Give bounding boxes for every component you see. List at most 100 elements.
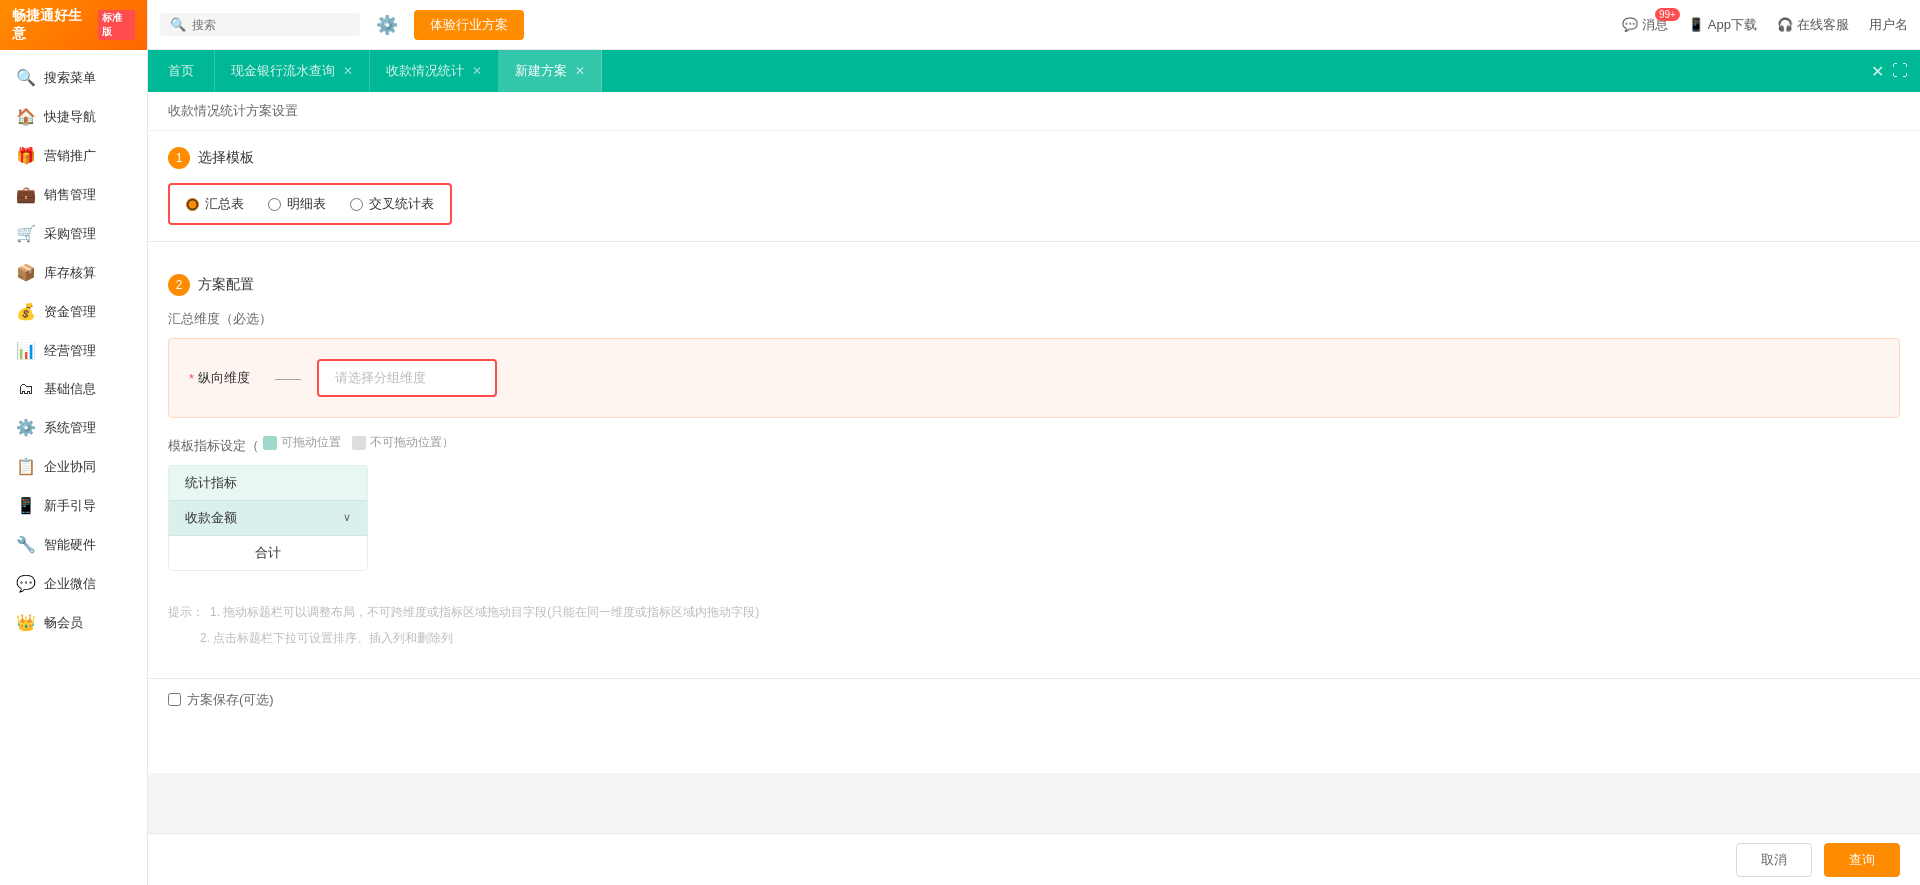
close-window-icon[interactable]: ✕ [1871, 62, 1884, 81]
radio-detail[interactable]: 明细表 [268, 195, 326, 213]
section-divider1 [148, 241, 1920, 242]
tab-bar-right: ✕ ⛶ [1859, 50, 1920, 92]
tip-line2: 2. 点击标题栏下拉可设置排序、插入列和删除列 [200, 626, 1900, 650]
nav-label-enterprise: 企业协同 [44, 458, 96, 476]
nav-label-search-menu: 搜索菜单 [44, 69, 96, 87]
nav-icon-marketing: 🎁 [16, 146, 36, 165]
tab-receipt-stat[interactable]: 收款情况统计✕ [370, 50, 499, 92]
nav-label-marketing: 营销推广 [44, 147, 96, 165]
sidebar-item-purchase[interactable]: 🛒采购管理 [0, 214, 147, 253]
metrics-section: 模板指标设定（ 可拖动位置 不可拖动位置） 统 [168, 434, 1900, 574]
sidebar-item-smart-hw[interactable]: 🔧智能硬件 [0, 525, 147, 564]
dimension-label-text: 汇总维度（必选） [168, 311, 272, 326]
tip1-text: 1. 拖动标题栏可以调整布局，不可跨维度或指标区域拖动目字段(只能在同一维度或指… [210, 600, 759, 624]
nav-icon-newbie: 📱 [16, 496, 36, 515]
tab-close-cashflow[interactable]: ✕ [343, 64, 353, 78]
tab-cashflow[interactable]: 现金银行流水查询 ✕ [215, 50, 370, 92]
nav-label-sales: 销售管理 [44, 186, 96, 204]
content-area: 收款情况统计方案设置 1 选择模板 汇总表 明细表 [148, 92, 1920, 833]
draggable-legend: 可拖动位置 不可拖动位置） [263, 434, 454, 451]
save-plan-checkbox[interactable] [168, 693, 181, 706]
gear-icon[interactable]: ⚙️ [376, 14, 398, 36]
tip2-text: 2. 点击标题栏下拉可设置排序、插入列和删除列 [200, 626, 453, 650]
sidebar-nav: 🔍 搜索菜单 🏠快捷导航 🎁 营销推广 💼销售管理🛒采购管理📦库存核算💰资金管理 📊 经营管理… [0, 50, 147, 885]
save-checkbox-area[interactable]: 方案保存(可选) [168, 691, 274, 709]
nav-label-quick-nav: 快捷导航 [44, 108, 96, 126]
chevron-icon[interactable]: ∨ [343, 511, 351, 524]
message-button[interactable]: 💬 消息 99+ [1622, 16, 1668, 34]
step2-title: 方案配置 [198, 276, 254, 294]
app-download-button[interactable]: 📱 App下载 [1688, 16, 1757, 34]
query-button[interactable]: 查询 [1824, 843, 1900, 877]
search-input[interactable] [192, 18, 332, 32]
radio-cross-label: 交叉统计表 [369, 195, 434, 213]
maximize-icon[interactable]: ⛶ [1892, 62, 1908, 80]
sidebar-item-system[interactable]: ⚙️系统管理 [0, 408, 147, 447]
sidebar-item-quick-nav[interactable]: 🏠快捷导航 [0, 97, 147, 136]
metrics-grid-header: 统计指标 [169, 466, 367, 501]
trial-industry-button[interactable]: 体验行业方案 [414, 10, 524, 40]
download-icon: 📱 [1688, 17, 1704, 32]
online-service-button[interactable]: 🎧 在线客服 [1777, 16, 1849, 34]
cancel-button[interactable]: 取消 [1736, 843, 1812, 877]
drag-indicator [263, 436, 277, 450]
sidebar-item-sales[interactable]: 💼销售管理 [0, 175, 147, 214]
dimension-select-box[interactable]: 请选择分组维度 [317, 359, 497, 397]
dimension-row: * 纵向维度 —— 请选择分组维度 [189, 359, 1879, 397]
step1-title: 选择模板 [198, 149, 254, 167]
tab-label-home: 首页 [168, 62, 194, 80]
sidebar-item-member[interactable]: 👑畅会员 [0, 603, 147, 642]
sidebar-item-wechat[interactable]: 💬企业微信 [0, 564, 147, 603]
radio-detail-input[interactable] [268, 198, 281, 211]
radio-cross-input[interactable] [350, 198, 363, 211]
top-header: 🔍 ⚙️ 体验行业方案 💬 消息 99+ 📱 App下载 🎧 在线客服 用户名 [148, 0, 1920, 50]
metrics-label: 模板指标设定（ 可拖动位置 不可拖动位置） [168, 434, 454, 455]
dimension-field-group: 汇总维度（必选） * 纵向维度 —— 请选择分组维度 [168, 310, 1900, 418]
sidebar-item-newbie[interactable]: 📱新手引导 [0, 486, 147, 525]
nav-icon-search-menu: 🔍 [16, 68, 36, 87]
sidebar-item-operation[interactable]: 📊 经营管理 [0, 331, 147, 370]
logo-badge: 标准版 [98, 10, 135, 40]
save-checkbox-label: 方案保存(可选) [187, 691, 274, 709]
tab-new-plan[interactable]: 新建方案 ✕ [499, 50, 602, 92]
radio-cross[interactable]: 交叉统计表 [350, 195, 434, 213]
nav-label-finance: 资金管理 [44, 303, 96, 321]
tab-bar: 首页现金银行流水查询✕收款情况统计✕新建方案✕ ✕ ⛶ [148, 50, 1920, 92]
tab-label-cashflow: 现金银行流水查询 [231, 62, 335, 80]
required-mark: * [189, 371, 194, 386]
step2-number: 2 [168, 274, 190, 296]
message-badge: 99+ [1655, 8, 1680, 21]
nav-icon-operation: 📊 [16, 341, 36, 360]
nav-icon-purchase: 🛒 [16, 224, 36, 243]
step2-section: 2 方案配置 汇总维度（必选） * 纵向维度 —— [148, 258, 1920, 678]
nav-label-system: 系统管理 [44, 419, 96, 437]
nav-icon-member: 👑 [16, 613, 36, 632]
sidebar-item-inventory[interactable]: 📦库存核算 [0, 253, 147, 292]
metrics-header-row: 模板指标设定（ 可拖动位置 不可拖动位置） [168, 434, 1900, 455]
radio-summary-label: 汇总表 [205, 195, 244, 213]
dimension-section-label: 汇总维度（必选） [168, 310, 1900, 328]
template-selection-box: 汇总表 明细表 交叉统计表 [168, 183, 452, 225]
metrics-grid-header-text: 统计指标 [185, 474, 237, 492]
tab-home[interactable]: 首页 [148, 50, 215, 92]
sidebar-item-basic-info[interactable]: 🗂基础信息 [0, 370, 147, 408]
sidebar-item-finance[interactable]: 💰资金管理 [0, 292, 147, 331]
user-avatar[interactable]: 用户名 [1869, 16, 1908, 34]
user-name: 用户名 [1869, 16, 1908, 34]
nav-label-wechat: 企业微信 [44, 575, 96, 593]
header-right: 💬 消息 99+ 📱 App下载 🎧 在线客服 用户名 [1622, 16, 1908, 34]
non-draggable-text: 不可拖动位置） [370, 434, 454, 451]
draggable-text: 可拖动位置 [281, 434, 341, 451]
nav-label-operation: 经营管理 [44, 342, 96, 360]
sidebar-item-enterprise[interactable]: 📋企业协同 [0, 447, 147, 486]
sidebar: 畅捷通好生意 标准版 🔍搜索菜单🏠快捷导航🎁营销推广💼销售管理🛒采购管理📦库存核… [0, 0, 148, 885]
radio-summary-input[interactable] [186, 198, 199, 211]
tab-label-new-plan: 新建方案 [515, 62, 567, 80]
tab-close-new-plan[interactable]: ✕ [575, 64, 585, 78]
breadcrumb: 收款情况统计方案设置 [148, 92, 1920, 131]
tab-close-receipt-stat[interactable]: ✕ [472, 64, 482, 78]
metrics-column-header[interactable]: 收款金额 ∨ [169, 501, 367, 536]
sidebar-item-search-menu[interactable]: 🔍 搜索菜单 [0, 58, 147, 97]
radio-summary[interactable]: 汇总表 [186, 195, 244, 213]
sidebar-item-marketing[interactable]: 🎁 营销推广 [0, 136, 147, 175]
